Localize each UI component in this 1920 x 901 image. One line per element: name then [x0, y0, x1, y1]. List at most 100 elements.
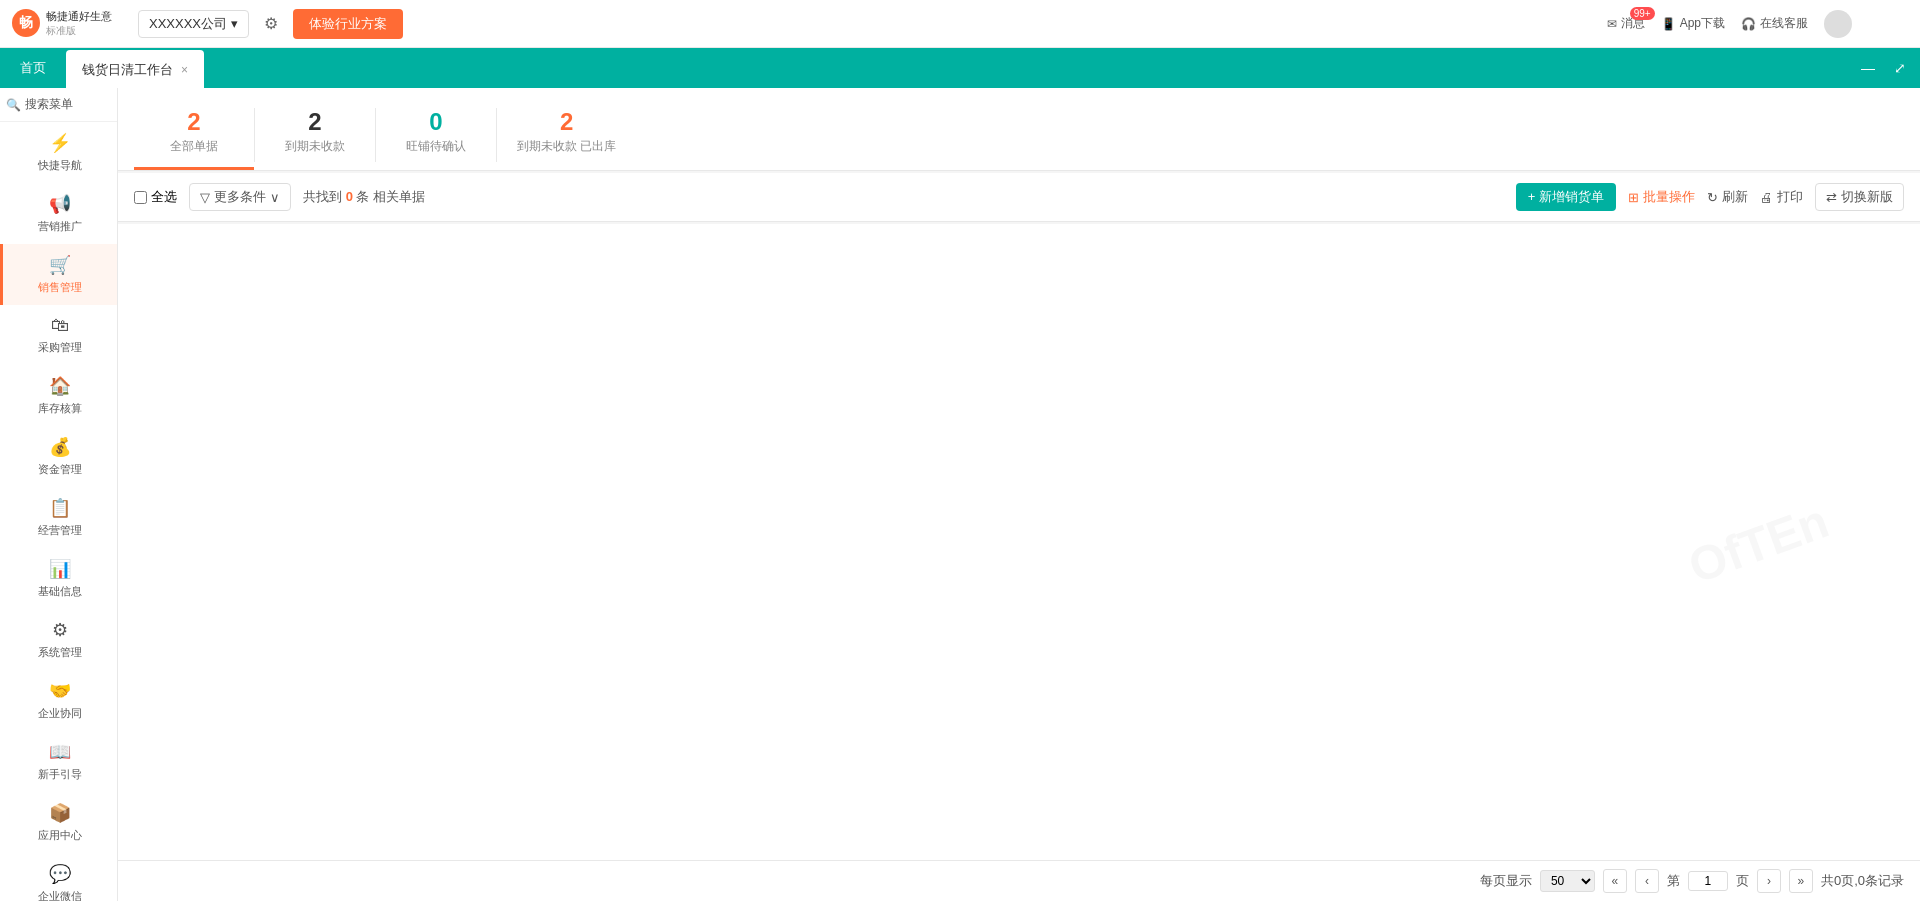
stat-tab-pending[interactable]: 0 旺铺待确认	[376, 100, 496, 170]
stat-label-overdue-shipped: 到期未收款 已出库	[517, 138, 616, 155]
stat-num-all: 2	[154, 108, 234, 136]
filter-icon: ▽	[200, 190, 210, 205]
tab-minimize-button[interactable]: —	[1856, 56, 1880, 80]
stat-tab-all[interactable]: 2 全部单据	[134, 100, 254, 170]
sidebar-item-quick-nav[interactable]: ⚡ 快捷导航	[0, 122, 117, 183]
found-text: 共找到 0 条 相关单据	[303, 188, 425, 206]
sales-icon: 🛒	[49, 254, 71, 276]
message-button[interactable]: ✉ 消息 99+	[1607, 15, 1645, 32]
sidebar-search-button[interactable]: 🔍 搜索菜单	[0, 88, 117, 122]
sidebar-item-label-guide: 新手引导	[38, 767, 82, 782]
print-button[interactable]: 🖨 打印	[1760, 188, 1803, 206]
logo-area: 畅 畅捷通好生意 标准版	[12, 9, 130, 37]
tab-current[interactable]: 钱货日清工作台 ×	[66, 50, 204, 90]
sidebar-item-label-app-center: 应用中心	[38, 828, 82, 843]
page-size-select[interactable]: 50 10 20 100	[1540, 870, 1595, 892]
tab-label: 钱货日清工作台	[82, 61, 173, 79]
tab-bar: 首页 钱货日清工作台 × — ⤢	[0, 48, 1920, 88]
sidebar-item-label-finance: 资金管理	[38, 462, 82, 477]
sidebar-item-wechat[interactable]: 💬 企业微信	[0, 853, 117, 901]
page-label: 第	[1667, 872, 1680, 890]
found-suffix: 相关单据	[373, 189, 425, 204]
finance-icon: 💰	[49, 436, 71, 458]
header-left: 畅 畅捷通好生意 标准版 XXXXXX公司 ▾ ⚙ 体验行业方案	[12, 9, 403, 39]
logo-text-area: 畅捷通好生意 标准版	[46, 9, 112, 37]
trial-button[interactable]: 体验行业方案	[293, 9, 403, 39]
content-area: 2 全部单据 2 到期未收款 0 旺铺待确认 2 到期未收款 已出库	[118, 88, 1920, 901]
sidebar-item-enterprise[interactable]: 🤝 企业协同	[0, 670, 117, 731]
app-download-button[interactable]: 📱 App下载	[1661, 15, 1725, 32]
tab-home[interactable]: 首页	[0, 48, 66, 88]
sidebar-item-label-wechat: 企业微信	[38, 889, 82, 901]
message-badge: 99+	[1630, 7, 1655, 20]
guide-icon: 📖	[49, 741, 71, 763]
refresh-label: 刷新	[1722, 188, 1748, 206]
message-icon: ✉	[1607, 17, 1617, 31]
system-icon: ⚙	[52, 619, 68, 641]
quick-nav-icon: ⚡	[49, 132, 71, 154]
batch-label: 批量操作	[1643, 188, 1695, 206]
tab-expand-button[interactable]: ⤢	[1888, 56, 1912, 80]
sidebar-item-operations[interactable]: 📋 经营管理	[0, 487, 117, 548]
sidebar-item-marketing[interactable]: 📢 营销推广	[0, 183, 117, 244]
tab-bar-actions: — ⤢	[1856, 56, 1920, 80]
switch-version-button[interactable]: ⇄ 切换新版	[1815, 183, 1904, 211]
stat-tab-overdue[interactable]: 2 到期未收款	[255, 100, 375, 170]
sidebar-item-label-system: 系统管理	[38, 645, 82, 660]
toolbar-right: + 新增销货单 ⊞ 批量操作 ↻ 刷新 🖨 打印 ⇄ 切换新版	[1516, 183, 1904, 211]
print-label: 打印	[1777, 188, 1803, 206]
filter-chevron-icon: ∨	[270, 190, 280, 205]
header: 畅 畅捷通好生意 标准版 XXXXXX公司 ▾ ⚙ 体验行业方案 ✉ 消息 99…	[0, 0, 1920, 48]
page-input[interactable]	[1688, 871, 1728, 891]
enterprise-icon: 🤝	[49, 680, 71, 702]
sidebar: 🔍 搜索菜单 ⚡ 快捷导航 📢 营销推广 🛒 销售管理 🛍 采购管理 🏠 库存核…	[0, 88, 118, 901]
sidebar-item-label-marketing: 营销推广	[38, 219, 82, 234]
sidebar-item-label-basic-info: 基础信息	[38, 584, 82, 599]
stat-label-all: 全部单据	[154, 138, 234, 155]
stat-tab-overdue-shipped[interactable]: 2 到期未收款 已出库	[497, 100, 636, 170]
main-layout: 🔍 搜索菜单 ⚡ 快捷导航 📢 营销推广 🛒 销售管理 🛍 采购管理 🏠 库存核…	[0, 88, 1920, 901]
marketing-icon: 📢	[49, 193, 71, 215]
select-all-checkbox[interactable]: 全选	[134, 188, 177, 206]
sidebar-item-app-center[interactable]: 📦 应用中心	[0, 792, 117, 853]
sidebar-item-sales[interactable]: 🛒 销售管理	[0, 244, 117, 305]
select-all-label: 全选	[151, 188, 177, 206]
sidebar-item-guide[interactable]: 📖 新手引导	[0, 731, 117, 792]
next-page-button[interactable]: ›	[1757, 869, 1781, 893]
purchase-icon: 🛍	[51, 315, 69, 336]
avatar[interactable]	[1824, 10, 1852, 38]
found-count: 0	[346, 189, 353, 204]
download-icon: 📱	[1661, 17, 1676, 31]
filter-button[interactable]: ▽ 更多条件 ∨	[189, 183, 291, 211]
print-icon: 🖨	[1760, 190, 1773, 205]
support-icon: 🎧	[1741, 17, 1756, 31]
refresh-button[interactable]: ↻ 刷新	[1707, 188, 1748, 206]
logo-subtitle: 标准版	[46, 24, 112, 38]
select-all-input[interactable]	[134, 191, 147, 204]
stat-num-overdue: 2	[275, 108, 355, 136]
company-selector[interactable]: XXXXXX公司 ▾	[138, 10, 249, 38]
tab-close-icon[interactable]: ×	[181, 63, 188, 77]
sidebar-item-purchase[interactable]: 🛍 采购管理	[0, 305, 117, 365]
last-page-button[interactable]: »	[1789, 869, 1813, 893]
stat-num-pending: 0	[396, 108, 476, 136]
new-order-button[interactable]: + 新增销货单	[1516, 183, 1616, 211]
sidebar-item-label-enterprise: 企业协同	[38, 706, 82, 721]
operations-icon: 📋	[49, 497, 71, 519]
sidebar-item-inventory[interactable]: 🏠 库存核算	[0, 365, 117, 426]
company-name: XXXXXX公司	[149, 15, 227, 33]
batch-operation-button[interactable]: ⊞ 批量操作	[1628, 188, 1695, 206]
first-page-button[interactable]: «	[1603, 869, 1627, 893]
prev-page-button[interactable]: ‹	[1635, 869, 1659, 893]
sidebar-item-finance[interactable]: 💰 资金管理	[0, 426, 117, 487]
sidebar-item-label-quick-nav: 快捷导航	[38, 158, 82, 173]
online-support-label: 在线客服	[1760, 15, 1808, 32]
sidebar-item-label-inventory: 库存核算	[38, 401, 82, 416]
sidebar-item-basic-info[interactable]: 📊 基础信息	[0, 548, 117, 609]
search-icon: 🔍	[6, 98, 21, 112]
settings-button[interactable]: ⚙	[257, 10, 285, 38]
online-support-button[interactable]: 🎧 在线客服	[1741, 15, 1808, 32]
page-size-label: 每页显示	[1480, 872, 1532, 890]
sidebar-item-system[interactable]: ⚙ 系统管理	[0, 609, 117, 670]
filter-label: 更多条件	[214, 188, 266, 206]
